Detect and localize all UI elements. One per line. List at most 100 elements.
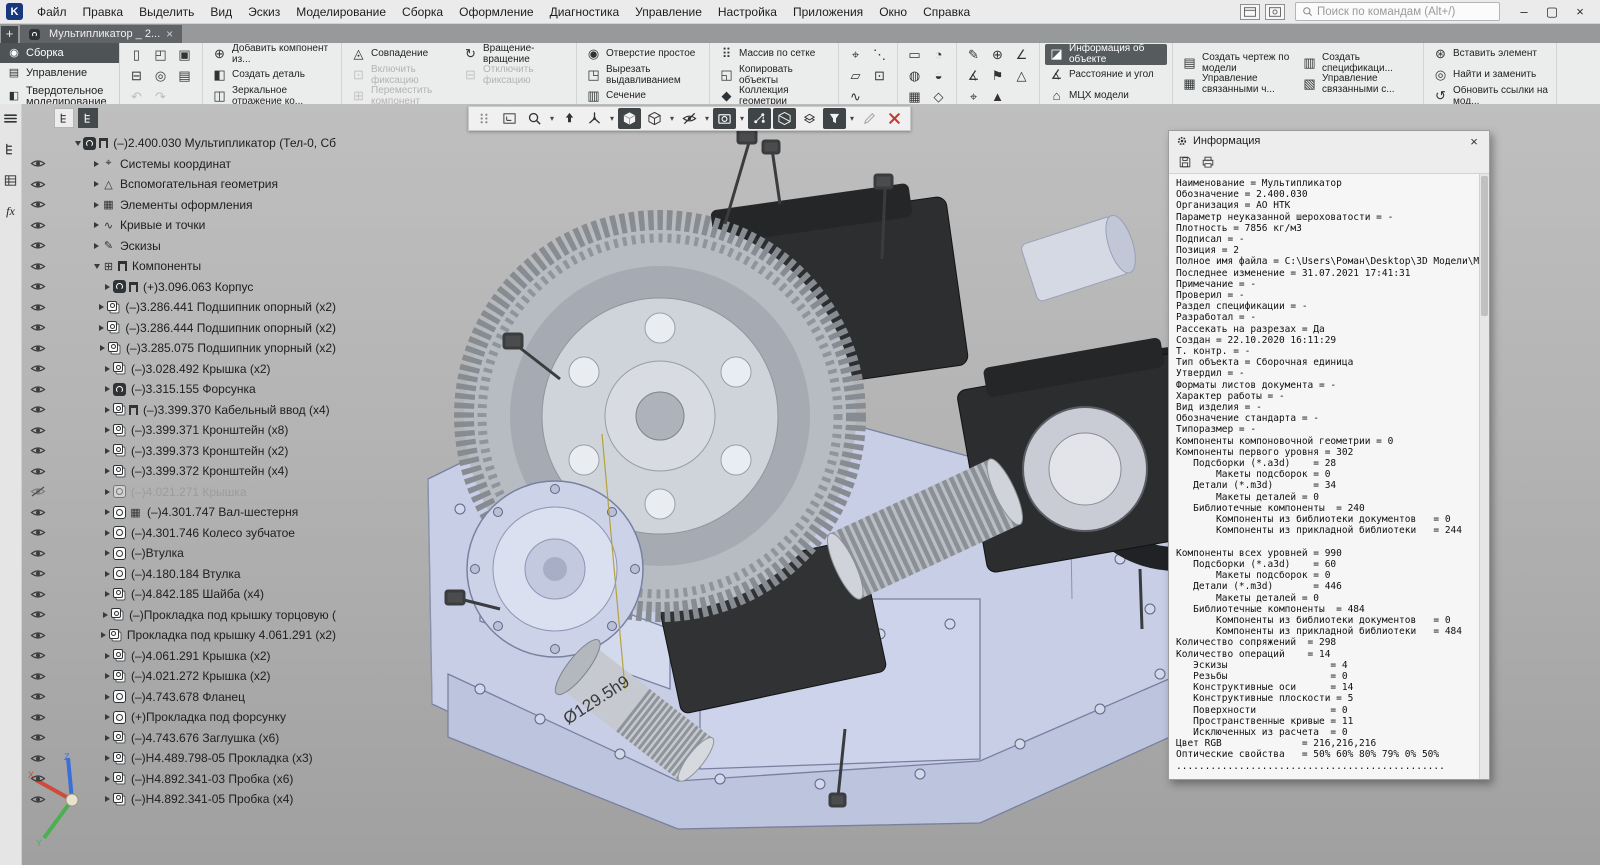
menu-item[interactable]: Эскиз (240, 2, 288, 22)
menu-item[interactable]: Моделирование (288, 2, 394, 22)
menu-item[interactable]: Правка (75, 2, 132, 22)
tree-composition-view-button[interactable] (78, 108, 98, 128)
menu-item[interactable]: Выделить (131, 2, 202, 22)
tree-expander[interactable] (102, 509, 113, 515)
3d-model[interactable]: Ø129.5h9 (420, 129, 1200, 835)
visibility-eye-icon[interactable] (30, 712, 46, 723)
point-chain-icon[interactable]: ⋱ (868, 44, 891, 65)
command-search[interactable] (1295, 2, 1500, 21)
tree-expander[interactable] (102, 653, 113, 659)
ribbon-button[interactable]: ▦Управление связанными ч... (1178, 74, 1298, 95)
visibility-eye-icon[interactable] (30, 261, 46, 272)
tree-row[interactable]: ▦Элементы оформления (26, 195, 336, 216)
menu-item[interactable]: Управление (627, 2, 710, 22)
ribbon-button[interactable]: ⠿Массив по сетке (715, 44, 833, 65)
construction-axis-icon[interactable]: ⌖ (844, 44, 867, 65)
ribbon-button[interactable]: ↻Вращение-вращение (459, 44, 571, 65)
search-input[interactable] (1317, 6, 1493, 18)
tree-row[interactable]: (–)3.399.370 Кабельный ввод (x4) (26, 400, 336, 421)
visibility-eye-icon[interactable] (30, 650, 46, 661)
tree-row[interactable]: Прокладка под крышку 4.061.291 (x2) (26, 625, 336, 646)
tree-row[interactable]: ▦(–)4.301.747 Вал-шестерня (26, 502, 336, 523)
visibility-eye-icon[interactable] (30, 568, 46, 579)
tree-expander[interactable] (100, 612, 111, 618)
tree-expander[interactable] (96, 325, 107, 331)
dimension-diameter-icon[interactable]: ◒ (927, 65, 950, 86)
annotation-pencil-icon[interactable]: ✎ (962, 44, 985, 65)
visibility-eye-icon[interactable] (30, 343, 46, 354)
menu-item[interactable]: Сборка (394, 2, 451, 22)
menu-item[interactable]: Настройка (710, 2, 785, 22)
ribbon-button[interactable]: ⊛Вставить элемент (1429, 44, 1551, 65)
ribbon-button[interactable]: ◉Отверстие простое (582, 44, 704, 65)
variables-panel-icon[interactable]: fx (2, 202, 20, 220)
tree-expander[interactable] (102, 755, 113, 761)
ribbon-button[interactable]: ∡Расстояние и угол (1045, 65, 1167, 86)
tree-row[interactable]: (–)Прокладка под крышку торцовую ( (26, 605, 336, 626)
visibility-eye-icon[interactable] (30, 671, 46, 682)
ribbon-button[interactable]: ▤Создать чертеж по модели (1178, 53, 1298, 74)
tree-expander[interactable] (102, 796, 113, 802)
tree-structure-view-button[interactable] (54, 108, 74, 128)
open-icon[interactable]: ◰ (149, 44, 172, 65)
ribbon-mode-tab[interactable]: ◉Сборка (0, 43, 119, 63)
info-close-icon[interactable]: × (1466, 134, 1482, 149)
tree-row[interactable]: (–)3.399.371 Кронштейн (x8) (26, 420, 336, 441)
ribbon-button[interactable]: ◳Вырезать выдавливанием (582, 65, 704, 86)
tree-expander[interactable] (102, 284, 113, 290)
ribbon-button[interactable]: ⊕Добавить компонент из... (208, 44, 336, 65)
print-icon[interactable]: ⊟ (125, 65, 148, 86)
tree-row[interactable]: (–)2.400.030 Мультипликатор (Тел-0, Сб (26, 133, 336, 154)
info-panel-body[interactable]: Наименование = Мультипликатор Обозначени… (1169, 173, 1489, 779)
viewport[interactable]: Ø129.5h9 ▾▾▾▾▾▾ fx Z X Y (–)2.400.030 Му… (0, 104, 1600, 865)
visibility-eye-off-icon[interactable] (30, 486, 46, 497)
ribbon-button[interactable]: ◧Создать деталь (208, 65, 336, 86)
tree-expander[interactable] (102, 448, 113, 454)
visibility-eye-icon[interactable] (30, 609, 46, 620)
tree-expander[interactable] (91, 161, 102, 167)
csys-display-icon-dropdown[interactable]: ▾ (607, 114, 617, 123)
minimize-button[interactable]: – (1510, 4, 1538, 19)
dimension-linear-icon[interactable]: ▭ (903, 44, 926, 65)
visibility-eye-icon[interactable] (30, 507, 46, 518)
visibility-eye-icon[interactable] (30, 527, 46, 538)
document-tab[interactable]: Мультипликатор _ 2... × (20, 25, 182, 43)
mates-display-icon[interactable] (748, 108, 771, 129)
info-print-icon[interactable] (1199, 153, 1217, 171)
tree-panel-icon[interactable] (2, 140, 20, 158)
tree-expander[interactable] (72, 141, 83, 146)
menu-item[interactable]: Файл (29, 2, 75, 22)
ribbon-button[interactable]: ◱Копировать объекты (715, 65, 833, 86)
visibility-eye-icon[interactable] (30, 302, 46, 313)
tree-expander[interactable] (102, 468, 113, 474)
tree-row[interactable]: (–)3.028.492 Крышка (x2) (26, 359, 336, 380)
tree-expander[interactable] (102, 571, 113, 577)
annotation-base-icon[interactable]: ⊕ (986, 44, 1009, 65)
preview-icon[interactable]: ◎ (149, 65, 172, 86)
visibility-eye-icon[interactable] (30, 322, 46, 333)
tree-expander[interactable] (102, 530, 113, 536)
local-csys-icon[interactable]: ⊡ (868, 65, 891, 86)
wireframe-display-icon[interactable] (643, 108, 666, 129)
tree-row[interactable]: (–)4.021.272 Крышка (x2) (26, 666, 336, 687)
ribbon-mode-tab[interactable]: ▤Управление (0, 63, 119, 83)
visibility-eye-icon[interactable] (30, 466, 46, 477)
tree-row[interactable]: (–)3.286.444 Подшипник опорный (x2) (26, 318, 336, 339)
visibility-eye-icon[interactable] (30, 281, 46, 292)
abort-icon[interactable] (883, 108, 906, 129)
annotation-triangle-icon[interactable]: △ (1010, 65, 1033, 86)
ribbon-button[interactable]: ◪Информация об объекте (1045, 44, 1167, 65)
tree-expander[interactable] (91, 264, 102, 269)
tree-row[interactable]: (–)4.743.678 Фланец (26, 687, 336, 708)
info-scrollbar-thumb[interactable] (1481, 176, 1488, 316)
menu-item[interactable]: Диагностика (542, 2, 628, 22)
menu-item[interactable]: Справка (915, 2, 978, 22)
new-tab-button[interactable]: + (1, 26, 18, 43)
screen-settings-icon[interactable] (1265, 4, 1285, 20)
tree-row[interactable]: (–)Н4.892.341-05 Пробка (x4) (26, 789, 336, 810)
visibility-eye-icon[interactable] (30, 773, 46, 784)
panels-menu-icon[interactable] (2, 109, 20, 127)
tree-row[interactable]: (–)3.285.075 Подшипник упорный (x2) (26, 338, 336, 359)
tree-row[interactable]: (–)Н4.489.798-05 Прокладка (x3) (26, 748, 336, 769)
tree-expander[interactable] (102, 386, 113, 392)
